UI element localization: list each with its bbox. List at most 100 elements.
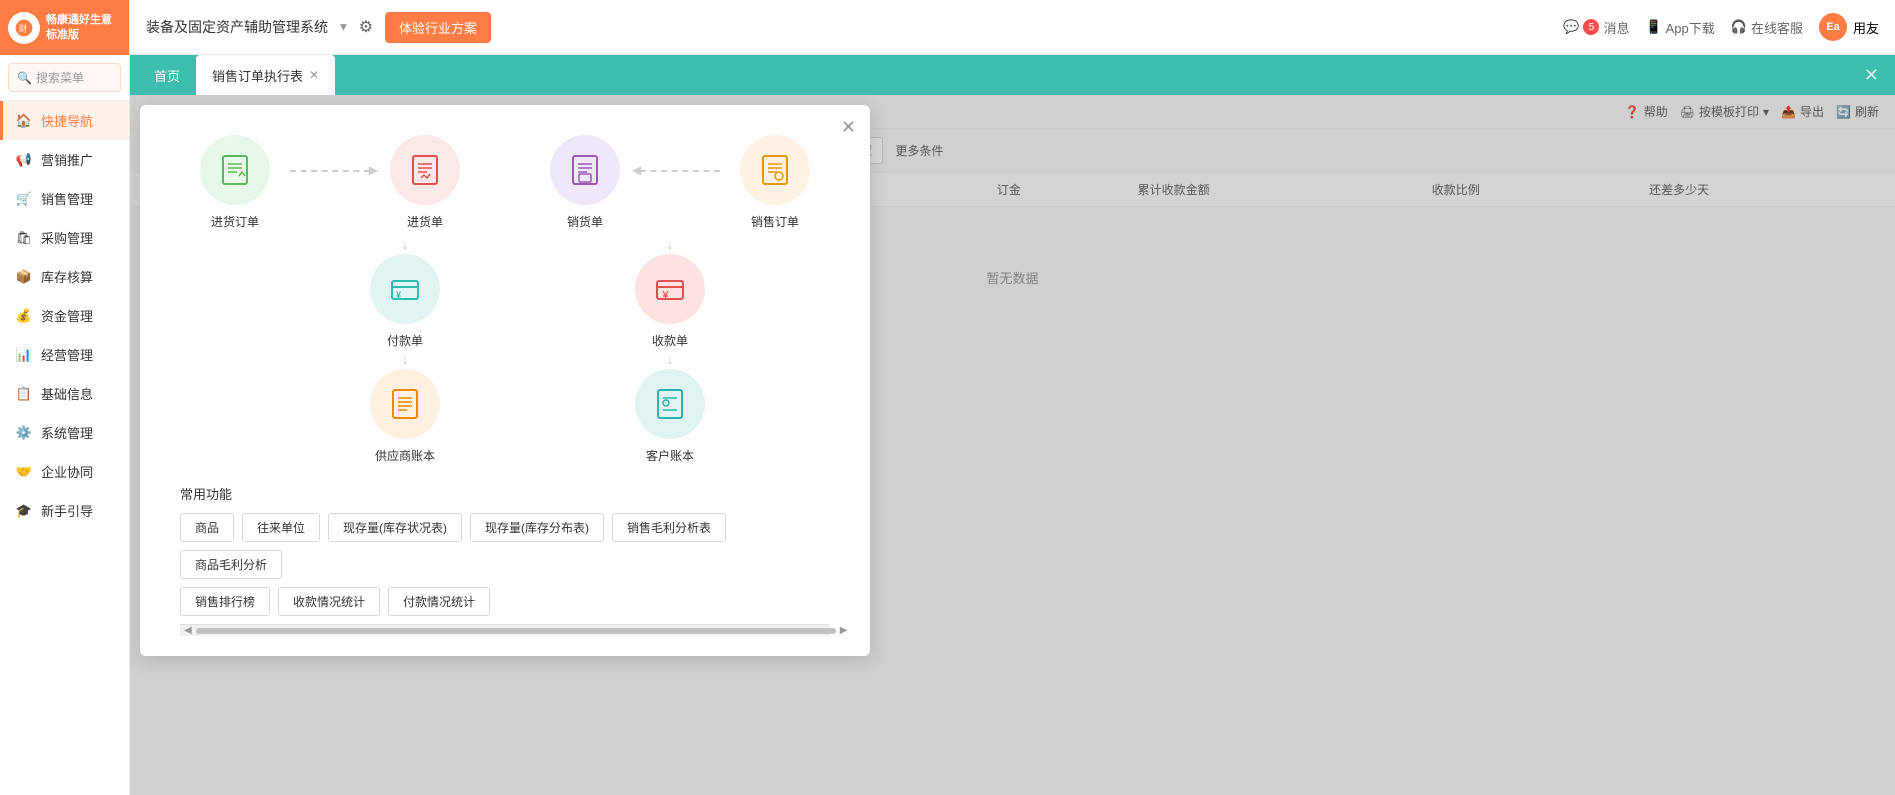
func-btn-sales-rank[interactable]: 销售排行榜 — [180, 587, 270, 616]
service-icon: 🎧 — [1731, 19, 1747, 35]
online-service-button[interactable]: 🎧 在线客服 — [1731, 18, 1803, 37]
scroll-bar: ◀ ▶ — [180, 624, 830, 636]
dialog-close-button[interactable]: ✕ — [841, 117, 856, 138]
sidebar-item-inventory[interactable]: 📦 库存核算 — [0, 257, 129, 296]
system-title-chevron[interactable]: ▾ — [340, 19, 347, 35]
flow-node-customer[interactable]: 客户账本 — [635, 369, 705, 464]
inventory-icon: 📦 — [15, 268, 33, 286]
sidebar-item-label: 营销推广 — [41, 150, 93, 169]
sidebar-item-quick-nav[interactable]: 🏠 快捷导航 — [0, 101, 129, 140]
sidebar-item-sales[interactable]: 🛒 销售管理 — [0, 179, 129, 218]
download-icon: 📱 — [1645, 19, 1661, 35]
flow-node-purchase-order[interactable]: 进货订单 — [200, 135, 270, 230]
func-btn-payment-stats[interactable]: 付款情况统计 — [388, 587, 490, 616]
sidebar-item-finance[interactable]: 💰 资金管理 — [0, 296, 129, 335]
flow-node-sales-bill[interactable]: 销货单 — [550, 135, 620, 230]
sidebar-item-guide[interactable]: 🎓 新手引导 — [0, 491, 129, 530]
receipt-label: 收款单 — [652, 332, 688, 349]
func-btn-goods[interactable]: 商品 — [180, 513, 234, 542]
home-icon: 🏠 — [15, 112, 33, 130]
system-title: 装备及固定资产辅助管理系统 — [146, 17, 328, 37]
sidebar-item-basic-info[interactable]: 📋 基础信息 — [0, 374, 129, 413]
sidebar: 财 畅康通好生意 标准版 🔍 quick-nav 搜索菜单 🏠 快捷导航 📢 营… — [0, 0, 130, 795]
func-btn-partners[interactable]: 往来单位 — [242, 513, 320, 542]
main-area: 装备及固定资产辅助管理系统 ▾ ⚙ 体验行业方案 💬 5 消息 📱 App下载 … — [130, 0, 1895, 795]
message-icon: 💬 — [1563, 19, 1579, 35]
flow-node-supplier[interactable]: 供应商账本 — [370, 369, 440, 464]
app-title: 畅康通好生意 标准版 — [46, 13, 112, 42]
sidebar-item-system[interactable]: ⚙️ 系统管理 — [0, 413, 129, 452]
purchase-icon: 🛍 — [15, 229, 33, 247]
customer-icon — [635, 369, 705, 439]
sales-bill-icon — [550, 135, 620, 205]
scroll-right-arrow[interactable]: ▶ — [840, 625, 848, 636]
customer-label: 客户账本 — [646, 447, 694, 464]
svg-text:¥: ¥ — [396, 290, 401, 300]
tab-home-label: 首页 — [154, 66, 180, 85]
flow-node-payment[interactable]: ¥ 付款单 — [370, 254, 440, 349]
top-bar-actions: 💬 5 消息 📱 App下载 🎧 在线客服 Ea 用友 — [1563, 13, 1879, 41]
flow-down-payment: ↓ ¥ 付款单 — [350, 234, 460, 349]
chart-icon: 📢 — [15, 151, 33, 169]
flow-arrow-left: ◀ — [640, 170, 720, 172]
func-btn-stock-status[interactable]: 现存量(库存状况表) — [328, 513, 462, 542]
sidebar-item-label: 经营管理 — [41, 345, 93, 364]
common-functions: 常用功能 商品 往来单位 现存量(库存状况表) 现存量(库存分布表) 销售毛利分… — [180, 484, 830, 616]
tab-home[interactable]: 首页 — [138, 55, 196, 95]
sidebar-item-label: 企业协同 — [41, 462, 93, 481]
supplier-icon — [370, 369, 440, 439]
dialog-overlay: ✕ 进货订单 — [130, 95, 1895, 795]
supplier-label: 供应商账本 — [375, 447, 435, 464]
receipt-icon: ￥ — [635, 254, 705, 324]
func-btn-sales-profit[interactable]: 销售毛利分析表 — [612, 513, 726, 542]
user-area[interactable]: Ea 用友 — [1819, 13, 1879, 41]
sidebar-search-area: 🔍 quick-nav 搜索菜单 — [0, 55, 129, 101]
user-avatar: Ea — [1819, 13, 1847, 41]
tab-bar: 首页 销售订单执行表 ✕ ✕ — [130, 55, 1895, 95]
finance-icon: 💰 — [15, 307, 33, 325]
top-bar: 装备及固定资产辅助管理系统 ▾ ⚙ 体验行业方案 💬 5 消息 📱 App下载 … — [130, 0, 1895, 55]
sidebar-header: 财 畅康通好生意 标准版 — [0, 0, 129, 55]
message-button[interactable]: 💬 5 消息 — [1563, 18, 1629, 37]
flow-node-purchase-bill[interactable]: 进货单 — [390, 135, 460, 230]
purchase-order-label: 进货订单 — [211, 213, 259, 230]
search-menu-button[interactable]: 🔍 quick-nav 搜索菜单 — [8, 63, 121, 92]
tab-sales-order-exec[interactable]: 销售订单执行表 ✕ — [196, 55, 335, 95]
content-area: ❓ 帮助 🖨 按模板打印 ▾ 📤 导出 🔄 刷新 — [130, 95, 1895, 795]
scroll-track[interactable] — [196, 628, 836, 634]
system-icon: ⚙️ — [15, 424, 33, 442]
scroll-thumb[interactable] — [196, 628, 836, 634]
sidebar-item-purchase[interactable]: 🛍 采购管理 — [0, 218, 129, 257]
svg-text:财: 财 — [19, 23, 27, 33]
sidebar-item-enterprise[interactable]: 🤝 企业协同 — [0, 452, 129, 491]
sidebar-item-label: 资金管理 — [41, 306, 93, 325]
purchase-order-icon — [200, 135, 270, 205]
sales-order-icon — [740, 135, 810, 205]
scroll-left-arrow[interactable]: ◀ — [184, 625, 192, 636]
dialog-body: 进货订单 ▶ — [140, 105, 870, 656]
app-download-button[interactable]: 📱 App下载 — [1645, 18, 1714, 37]
sidebar-nav: 🏠 快捷导航 📢 营销推广 🛒 销售管理 🛍 采购管理 📦 库存核算 💰 — [0, 101, 129, 795]
function-buttons-row2: 销售排行榜 收款情况统计 付款情况统计 — [180, 587, 830, 616]
purchase-bill-label: 进货单 — [407, 213, 443, 230]
arrow-down-supplier: ↓ — [402, 349, 409, 369]
settings-button[interactable]: ⚙ — [359, 17, 373, 37]
func-btn-stock-dist[interactable]: 现存量(库存分布表) — [470, 513, 604, 542]
func-btn-goods-profit[interactable]: 商品毛利分析 — [180, 550, 282, 579]
sidebar-item-operations[interactable]: 📊 经营管理 — [0, 335, 129, 374]
experience-button[interactable]: 体验行业方案 — [385, 12, 491, 43]
sidebar-item-marketing[interactable]: 📢 营销推广 — [0, 140, 129, 179]
flow-node-sales-order[interactable]: 销售订单 — [740, 135, 810, 230]
flow-node-receipt[interactable]: ￥ 收款单 — [635, 254, 705, 349]
close-all-tabs-button[interactable]: ✕ — [1856, 65, 1887, 86]
app-logo: 财 — [8, 12, 40, 44]
flow-down-receipt: ↓ ￥ 收款单 — [615, 234, 725, 349]
tab-close-button[interactable]: ✕ — [309, 68, 319, 82]
sales-bill-label: 销货单 — [567, 213, 603, 230]
flow-arrow-right: ▶ — [290, 170, 370, 172]
payment-label: 付款单 — [387, 332, 423, 349]
svg-text:￥: ￥ — [661, 290, 670, 300]
function-buttons: 商品 往来单位 现存量(库存状况表) 现存量(库存分布表) 销售毛利分析表 商品… — [180, 513, 830, 579]
sidebar-item-label: 销售管理 — [41, 189, 93, 208]
func-btn-receipt-stats[interactable]: 收款情况统计 — [278, 587, 380, 616]
